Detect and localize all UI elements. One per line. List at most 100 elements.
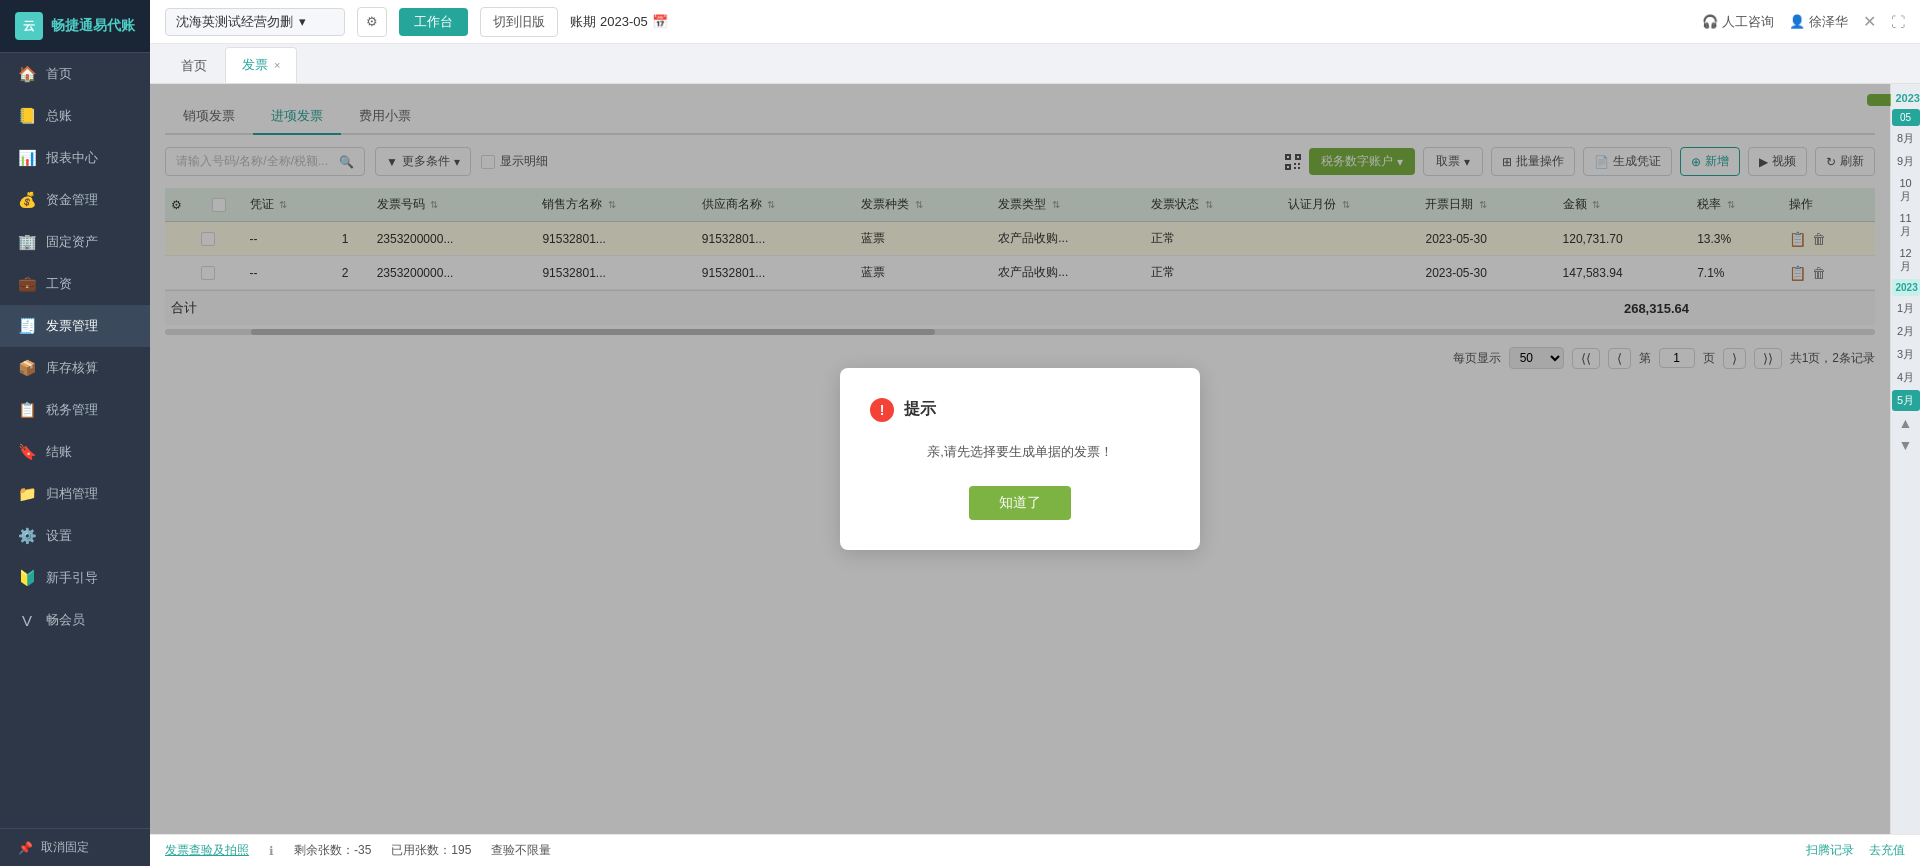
sidebar-item-label: 发票管理 bbox=[46, 317, 98, 335]
tab-home-label: 首页 bbox=[181, 57, 207, 75]
period-label: 账期 bbox=[570, 13, 596, 31]
sidebar-item-home[interactable]: 🏠 首页 bbox=[0, 53, 150, 95]
app-name: 畅捷通易代账 bbox=[51, 17, 135, 35]
tab-invoice-label: 发票 bbox=[242, 56, 268, 74]
remaining-label: 剩余张数：-35 bbox=[294, 842, 371, 859]
sidebar-item-invoices[interactable]: 🧾 发票管理 bbox=[0, 305, 150, 347]
bottom-right-links: 扫腾记录 去充值 bbox=[1806, 842, 1905, 859]
sidebar-item-label: 新手引导 bbox=[46, 569, 98, 587]
modal-dialog: ! 提示 亲,请先选择要生成单据的发票！ 知道了 bbox=[840, 368, 1200, 551]
sidebar-item-label: 库存核算 bbox=[46, 359, 98, 377]
company-name: 沈海英测试经营勿删 bbox=[176, 13, 293, 31]
period-month-1[interactable]: 1月 bbox=[1892, 298, 1920, 319]
sidebar-item-label: 畅会员 bbox=[46, 611, 85, 629]
modal-overlay: ! 提示 亲,请先选择要生成单据的发票！ 知道了 bbox=[150, 84, 1890, 834]
workspace-button[interactable]: 工作台 bbox=[399, 8, 468, 36]
sidebar-item-inventory[interactable]: 📦 库存核算 bbox=[0, 347, 150, 389]
sidebar-item-tax[interactable]: 📋 税务管理 bbox=[0, 389, 150, 431]
period-month-11[interactable]: 11月 bbox=[1892, 209, 1920, 242]
recharge-link[interactable]: 去充值 bbox=[1869, 842, 1905, 859]
period-month-10[interactable]: 10月 bbox=[1892, 174, 1920, 207]
period-month-12[interactable]: 12月 bbox=[1892, 244, 1920, 277]
period-month-2[interactable]: 2月 bbox=[1892, 321, 1920, 342]
sidebar-item-label: 工资 bbox=[46, 275, 72, 293]
period-display: 账期 2023-05 📅 bbox=[570, 13, 668, 31]
modal-confirm-button[interactable]: 知道了 bbox=[969, 486, 1071, 520]
chevron-down-icon: ▾ bbox=[299, 14, 306, 29]
sidebar-item-settings[interactable]: ⚙️ 设置 bbox=[0, 515, 150, 557]
modal-message: 亲,请先选择要生成单据的发票！ bbox=[870, 442, 1170, 463]
customer-service[interactable]: 🎧 人工咨询 bbox=[1702, 13, 1774, 31]
sidebar-item-assets[interactable]: 🏢 固定资产 bbox=[0, 221, 150, 263]
period-year-2023[interactable]: 2023 bbox=[1892, 89, 1920, 107]
sidebar-item-funds[interactable]: 💰 资金管理 bbox=[0, 179, 150, 221]
period-month-current[interactable]: 05 bbox=[1892, 109, 1920, 126]
calendar-icon[interactable]: 📅 bbox=[652, 14, 668, 29]
tab-bar: 首页 发票 × bbox=[150, 44, 1920, 84]
invoice-check-link[interactable]: 发票查验及拍照 bbox=[165, 842, 249, 859]
right-panel: 期间选择 2023 05 8月 9月 10月 11月 12月 2023 1月 2… bbox=[1890, 84, 1920, 834]
tab-close-icon[interactable]: × bbox=[274, 59, 280, 71]
main-area: 沈海英测试经营勿删 ▾ ⚙ 工作台 切到旧版 账期 2023-05 📅 🎧 人工… bbox=[150, 0, 1920, 866]
sidebar-item-label: 归档管理 bbox=[46, 485, 98, 503]
sidebar-item-label: 总账 bbox=[46, 107, 72, 125]
bottom-bar: 发票查验及拍照 ℹ 剩余张数：-35 已用张数：195 查验不限量 扫腾记录 去… bbox=[150, 834, 1920, 866]
period-month-4[interactable]: 4月 bbox=[1892, 367, 1920, 388]
sidebar: 云 畅捷通易代账 🏠 首页 📒 总账 📊 报表中心 💰 资金管理 🏢 固定资产 … bbox=[0, 0, 150, 866]
user-name: 徐泽华 bbox=[1809, 13, 1848, 31]
sidebar-item-archive[interactable]: 📁 归档管理 bbox=[0, 473, 150, 515]
user-icon: 👤 bbox=[1789, 14, 1805, 29]
period-list: 2023 05 8月 9月 10月 11月 12月 2023 1月 2月 3月 … bbox=[1891, 84, 1920, 460]
sidebar-item-salary[interactable]: 💼 工资 bbox=[0, 263, 150, 305]
switch-version-button[interactable]: 切到旧版 bbox=[480, 7, 558, 37]
sidebar-item-label: 固定资产 bbox=[46, 233, 98, 251]
invoices-icon: 🧾 bbox=[18, 317, 36, 335]
app-logo: 云 畅捷通易代账 bbox=[0, 0, 150, 53]
period-year-2023b[interactable]: 2023 bbox=[1892, 279, 1920, 296]
warning-icon: ! bbox=[870, 398, 894, 422]
sidebar-item-label: 首页 bbox=[46, 65, 72, 83]
sidebar-item-label: 资金管理 bbox=[46, 191, 98, 209]
period-month-8[interactable]: 8月 bbox=[1892, 128, 1920, 149]
window-close-icon[interactable]: ✕ bbox=[1863, 12, 1876, 31]
period-scroll-up[interactable]: ▲ bbox=[1899, 415, 1913, 431]
modal-header: ! 提示 bbox=[870, 398, 1170, 422]
sidebar-item-ledger[interactable]: 📒 总账 bbox=[0, 95, 150, 137]
unpin-button[interactable]: 📌 取消固定 bbox=[0, 828, 150, 866]
service-label: 人工咨询 bbox=[1722, 13, 1774, 31]
period-month-3[interactable]: 3月 bbox=[1892, 344, 1920, 365]
salary-icon: 💼 bbox=[18, 275, 36, 293]
info-icon: ℹ bbox=[269, 844, 274, 858]
window-expand-icon[interactable]: ⛶ bbox=[1891, 14, 1905, 30]
settlement-icon: 🔖 bbox=[18, 443, 36, 461]
period-value: 2023-05 bbox=[600, 14, 648, 29]
sidebar-item-label: 税务管理 bbox=[46, 401, 98, 419]
tab-home[interactable]: 首页 bbox=[165, 49, 223, 83]
archive-icon: 📁 bbox=[18, 485, 36, 503]
reports-icon: 📊 bbox=[18, 149, 36, 167]
logo-icon: 云 bbox=[15, 12, 43, 40]
inventory-icon: 📦 bbox=[18, 359, 36, 377]
sidebar-item-reports[interactable]: 📊 报表中心 bbox=[0, 137, 150, 179]
unpin-label: 取消固定 bbox=[41, 839, 89, 856]
used-label: 已用张数：195 bbox=[391, 842, 471, 859]
user-profile[interactable]: 👤 徐泽华 bbox=[1789, 13, 1848, 31]
sidebar-item-settlement[interactable]: 🔖 结账 bbox=[0, 431, 150, 473]
modal-title: 提示 bbox=[904, 399, 936, 420]
sidebar-item-label: 结账 bbox=[46, 443, 72, 461]
period-month-9[interactable]: 9月 bbox=[1892, 151, 1920, 172]
tab-invoice[interactable]: 发票 × bbox=[225, 47, 297, 83]
period-scroll-down[interactable]: ▼ bbox=[1899, 437, 1913, 453]
tax-icon: 📋 bbox=[18, 401, 36, 419]
sidebar-item-guide[interactable]: 🔰 新手引导 bbox=[0, 557, 150, 599]
service-icon: 🎧 bbox=[1702, 14, 1718, 29]
company-settings-icon[interactable]: ⚙ bbox=[357, 7, 387, 37]
header: 沈海英测试经营勿删 ▾ ⚙ 工作台 切到旧版 账期 2023-05 📅 🎧 人工… bbox=[150, 0, 1920, 44]
period-month-5[interactable]: 5月 bbox=[1892, 390, 1920, 411]
sidebar-item-label: 报表中心 bbox=[46, 149, 98, 167]
scan-record-link[interactable]: 扫腾记录 bbox=[1806, 842, 1854, 859]
sidebar-item-vip[interactable]: V 畅会员 bbox=[0, 599, 150, 641]
pin-icon: 📌 bbox=[18, 841, 33, 855]
company-selector[interactable]: 沈海英测试经营勿删 ▾ bbox=[165, 8, 345, 36]
modal-footer: 知道了 bbox=[870, 486, 1170, 520]
